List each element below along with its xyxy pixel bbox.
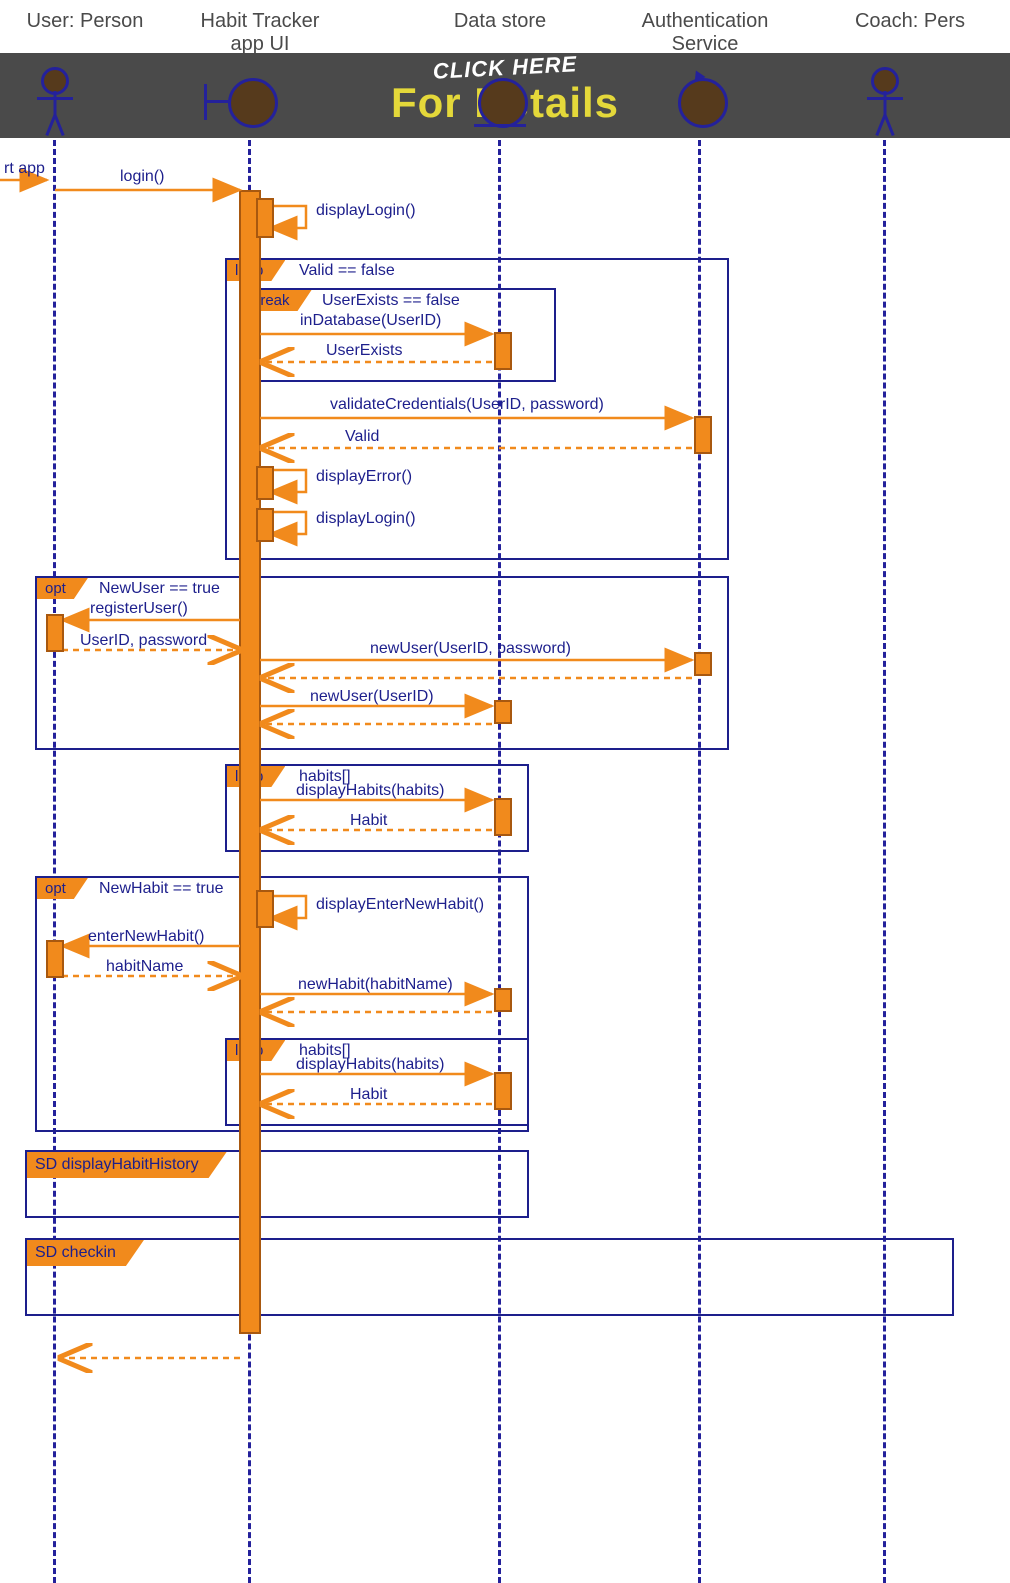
actor-coach-icon (863, 67, 907, 137)
exec-ds-indb (494, 332, 512, 370)
exec-ui-disperr (256, 466, 274, 500)
lifeline-user (53, 140, 56, 1583)
fragment-opt-newhabit-guard: NewHabit == true (99, 880, 224, 898)
exec-ui-dispnewh (256, 890, 274, 928)
lifeline-auth-label: Authentication Service (610, 10, 800, 56)
msg-displayhabits2: displayHabits(habits) (296, 1056, 445, 1074)
msg-habitname: habitName (106, 958, 183, 976)
boundary-ui-icon (228, 78, 278, 128)
actor-user-icon (33, 67, 77, 137)
msg-start-app: rt app (4, 160, 45, 178)
msg-valid: Valid (345, 428, 379, 446)
msg-newhabit: newHabit(habitName) (298, 976, 453, 994)
control-auth-icon (678, 78, 728, 128)
fragment-opt-newuser-guard: NewUser == true (99, 580, 220, 598)
exec-ui-displogin2 (256, 508, 274, 542)
msg-newuser-ds: newUser(UserID) (310, 688, 434, 706)
entity-ds-icon (478, 78, 528, 128)
fragment-loop-valid-guard: Valid == false (299, 262, 395, 280)
msg-registeruser: registerUser() (90, 600, 188, 618)
lifeline-ds-label: Data store (410, 10, 590, 33)
exec-ui-displaylogin (256, 198, 274, 238)
lifeline-coach-label: Coach: Pers (810, 10, 1010, 33)
exec-auth-validate (694, 416, 712, 454)
ref-checkin-label: SD checkin (27, 1240, 144, 1266)
msg-enternewhabit: enterNewHabit() (88, 928, 204, 946)
msg-habit: Habit (350, 812, 387, 830)
ref-checkin: SD checkin (25, 1238, 954, 1316)
lifeline-ui-label: Habit Tracker app UI (175, 10, 345, 56)
msg-newuser-auth: newUser(UserID, password) (370, 640, 571, 658)
lifeline-user-label: User: Person (0, 10, 170, 33)
exec-ds-disphab (494, 798, 512, 836)
exec-ds-newuser (494, 700, 512, 724)
msg-habit2: Habit (350, 1086, 387, 1104)
msg-displayhabits: displayHabits(habits) (296, 782, 445, 800)
msg-displaylogin: displayLogin() (316, 202, 416, 220)
fragment-break-guard: UserExists == false (322, 292, 460, 310)
exec-ds-disphab2 (494, 1072, 512, 1110)
fragment-loop-habits2: loop habits[] (225, 1038, 529, 1126)
fragment-opt-newuser-op: opt (37, 578, 88, 599)
exec-ds-newhabit (494, 988, 512, 1012)
msg-validatecredentials: validateCredentials(UserID, password) (330, 396, 604, 414)
fragment-loop-habits: loop habits[] (225, 764, 529, 852)
msg-login: login() (120, 168, 164, 186)
activation-ui-main (239, 190, 261, 1334)
lifeline-coach (883, 140, 886, 1583)
exec-auth-newuser (694, 652, 712, 676)
ref-displayhabithistory: SD displayHabitHistory (25, 1150, 529, 1218)
msg-displayenternewhabit: displayEnterNewHabit() (316, 896, 484, 914)
exec-user-enternew (46, 940, 64, 978)
msg-displaylogin2: displayLogin() (316, 510, 416, 528)
ref-displayhabithistory-label: SD displayHabitHistory (27, 1152, 227, 1178)
msg-credentials-return: UserID, password (80, 632, 207, 650)
msg-userexists: UserExists (326, 342, 402, 360)
fragment-opt-newhabit-op: opt (37, 878, 88, 899)
msg-indatabase: inDatabase(UserID) (300, 312, 441, 330)
msg-displayerror: displayError() (316, 468, 412, 486)
exec-user-reg (46, 614, 64, 652)
